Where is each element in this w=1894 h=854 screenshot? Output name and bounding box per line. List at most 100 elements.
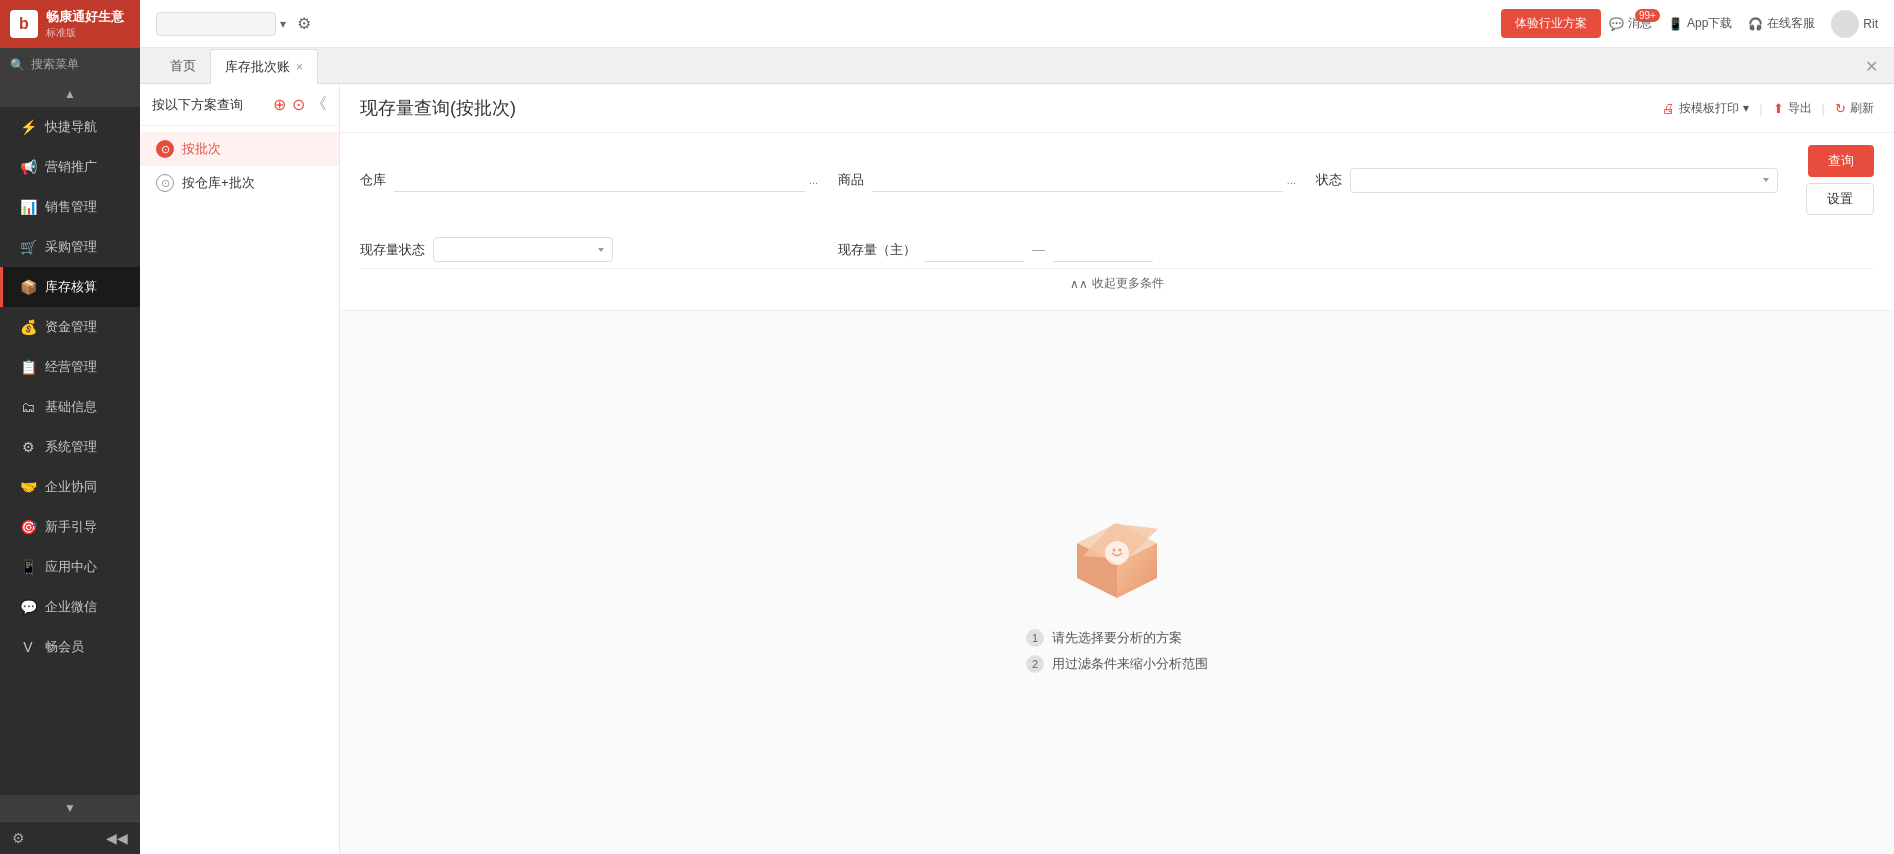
divider-2: | xyxy=(1822,101,1825,116)
sidebar-item-system[interactable]: ⚙ 系统管理 xyxy=(0,427,140,467)
sidebar-collapse-button[interactable]: ◀◀ xyxy=(106,830,128,846)
scroll-down-button[interactable]: ▼ xyxy=(0,795,140,821)
left-panel: 按以下方案查询 ⊕ ⊙ 《 ⊙ 按批次 xyxy=(140,84,340,854)
plus-icon: ⊕ xyxy=(273,95,286,114)
scheme-settings-button[interactable]: ⊙ xyxy=(292,95,305,114)
left-panel-title: 按以下方案查询 xyxy=(152,96,243,114)
collapse-label: 收起更多条件 xyxy=(1092,275,1164,292)
tab-inventory-batch[interactable]: 库存批次账 × xyxy=(210,49,318,84)
online-service-action[interactable]: 🎧 在线客服 xyxy=(1748,15,1815,32)
add-scheme-button[interactable]: ⊕ xyxy=(273,95,286,114)
phone-icon: 📱 xyxy=(1668,17,1683,31)
hint-text-1: 请先选择要分析的方案 xyxy=(1052,629,1182,647)
avatar xyxy=(1831,10,1859,38)
stock-qty-max-input[interactable] xyxy=(1053,238,1153,262)
tab-close-button[interactable]: × xyxy=(296,61,303,73)
scheme-item-batch-label: 按批次 xyxy=(182,140,221,158)
sidebar-item-label: 经营管理 xyxy=(45,358,97,376)
messages-action[interactable]: 💬 消息 99+ xyxy=(1609,15,1652,32)
gear-icon: ⚙ xyxy=(297,14,311,33)
topbar-right: 💬 消息 99+ 📱 App下载 🎧 在线客服 Rit xyxy=(1609,10,1878,38)
topbar: ▾ ⚙ 体验行业方案 💬 消息 99+ 📱 App下载 🎧 在线客服 Rit xyxy=(140,0,1894,48)
tab-home[interactable]: 首页 xyxy=(156,49,210,83)
scheme-item-warehouse-batch[interactable]: ⊙ 按仓库+批次 xyxy=(140,166,339,200)
sidebar-item-newbie[interactable]: 🎯 新手引导 xyxy=(0,507,140,547)
export-button[interactable]: ⬆ 导出 xyxy=(1773,100,1812,117)
divider-1: | xyxy=(1759,101,1762,116)
warehouse-more-button[interactable]: ... xyxy=(805,174,822,186)
collapse-more-conditions-button[interactable]: ∧∧ 收起更多条件 xyxy=(360,268,1874,298)
sidebar-item-operations[interactable]: 📋 经营管理 xyxy=(0,347,140,387)
page-header: 现存量查询(按批次) 🖨 按模板打印 ▾ | ⬆ 导出 | ↻ xyxy=(340,84,1894,133)
sidebar-item-purchase[interactable]: 🛒 采购管理 xyxy=(0,227,140,267)
message-icon: 💬 xyxy=(1609,17,1624,31)
sidebar-item-collab[interactable]: 🤝 企业协同 xyxy=(0,467,140,507)
sidebar-search[interactable]: 🔍 搜索菜单 xyxy=(0,48,140,81)
svg-point-6 xyxy=(1119,548,1122,551)
sidebar-item-finance[interactable]: 💰 资金管理 xyxy=(0,307,140,347)
status-select[interactable] xyxy=(1350,168,1778,193)
print-icon: 🖨 xyxy=(1662,101,1675,116)
sidebar-item-label: 营销推广 xyxy=(45,158,97,176)
app-download-action[interactable]: 📱 App下载 xyxy=(1668,15,1732,32)
sidebar-item-label: 库存核算 xyxy=(45,278,97,296)
stock-status-select[interactable] xyxy=(433,237,613,262)
empty-hints: 1 请先选择要分析的方案 2 用过滤条件来缩小分析范围 xyxy=(1026,629,1208,673)
sidebar-item-label: 企业协同 xyxy=(45,478,97,496)
empty-state: 1 请先选择要分析的方案 2 用过滤条件来缩小分析范围 xyxy=(340,311,1894,854)
username: Rit xyxy=(1863,17,1878,31)
stock-qty-min-input[interactable] xyxy=(924,238,1024,262)
scroll-up-button[interactable]: ▲ xyxy=(0,81,140,107)
sidebar-item-apps[interactable]: 📱 应用中心 xyxy=(0,547,140,587)
topbar-search-area: ▾ ⚙ xyxy=(156,10,1493,38)
collab-icon: 🤝 xyxy=(19,478,37,496)
topbar-gear-button[interactable]: ⚙ xyxy=(290,10,318,38)
sidebar-item-label: 系统管理 xyxy=(45,438,97,456)
topbar-search-input[interactable] xyxy=(156,12,276,36)
apps-icon: 📱 xyxy=(19,558,37,576)
sidebar-item-inventory[interactable]: 📦 库存核算 xyxy=(0,267,140,307)
newbie-icon: 🎯 xyxy=(19,518,37,536)
scheme-item-batch[interactable]: ⊙ 按批次 xyxy=(140,132,339,166)
query-button[interactable]: 查询 xyxy=(1808,145,1874,177)
goods-field: 商品 ... xyxy=(838,168,1300,192)
topbar-dropdown-button[interactable]: ▾ xyxy=(280,17,286,31)
sidebar-item-marketing[interactable]: 📢 营销推广 xyxy=(0,147,140,187)
tab-close-all-button[interactable]: ✕ xyxy=(1865,56,1878,75)
search-icon: 🔍 xyxy=(10,58,25,72)
sidebar-item-shortcuts[interactable]: ⚡ 快捷导航 xyxy=(0,107,140,147)
tab-home-label: 首页 xyxy=(170,57,196,75)
page-header-actions: 🖨 按模板打印 ▾ | ⬆ 导出 | ↻ 刷新 xyxy=(1662,100,1874,117)
sidebar-item-wechat[interactable]: 💬 企业微信 xyxy=(0,587,140,627)
export-icon: ⬆ xyxy=(1773,101,1784,116)
refresh-button[interactable]: ↻ 刷新 xyxy=(1835,100,1874,117)
goods-more-button[interactable]: ... xyxy=(1283,174,1300,186)
app-title-area: 畅康通好生意 标准版 xyxy=(46,8,124,40)
sidebar-item-vip[interactable]: V 畅会员 xyxy=(0,627,140,667)
collapse-panel-button[interactable]: 《 xyxy=(311,94,327,115)
print-label: 按模板打印 xyxy=(1679,100,1739,117)
chevron-up-icon: ∧∧ xyxy=(1070,277,1088,291)
print-template-button[interactable]: 🖨 按模板打印 ▾ xyxy=(1662,100,1749,117)
app-version: 标准版 xyxy=(46,26,124,40)
empty-state-illustration xyxy=(1057,493,1177,613)
search-label: 搜索菜单 xyxy=(31,56,79,73)
sidebar-settings-button[interactable]: ⚙ xyxy=(12,830,25,846)
user-action[interactable]: Rit xyxy=(1831,10,1878,38)
filter-settings-button[interactable]: 设置 xyxy=(1806,183,1874,215)
marketing-icon: 📢 xyxy=(19,158,37,176)
goods-input[interactable] xyxy=(872,168,1283,192)
system-icon: ⚙ xyxy=(19,438,37,456)
empty-hint-1: 1 请先选择要分析的方案 xyxy=(1026,629,1208,647)
filter-area: 仓库 ... 商品 ... 状态 xyxy=(340,133,1894,311)
hint-num-1: 1 xyxy=(1026,629,1044,647)
sidebar: b 畅康通好生意 标准版 🔍 搜索菜单 ▲ ⚡ 快捷导航 📢 营销推广 📊 销售… xyxy=(0,0,140,854)
sidebar-item-label: 资金管理 xyxy=(45,318,97,336)
sidebar-item-basics[interactable]: 🗂 基础信息 xyxy=(0,387,140,427)
filter-row-2: 现存量状态 现存量（主） — xyxy=(360,237,1874,262)
industry-experience-button[interactable]: 体验行业方案 xyxy=(1501,9,1601,38)
warehouse-input[interactable] xyxy=(394,168,805,192)
sidebar-item-sales[interactable]: 📊 销售管理 xyxy=(0,187,140,227)
vip-icon: V xyxy=(19,638,37,656)
tab-active-label: 库存批次账 xyxy=(225,58,290,76)
